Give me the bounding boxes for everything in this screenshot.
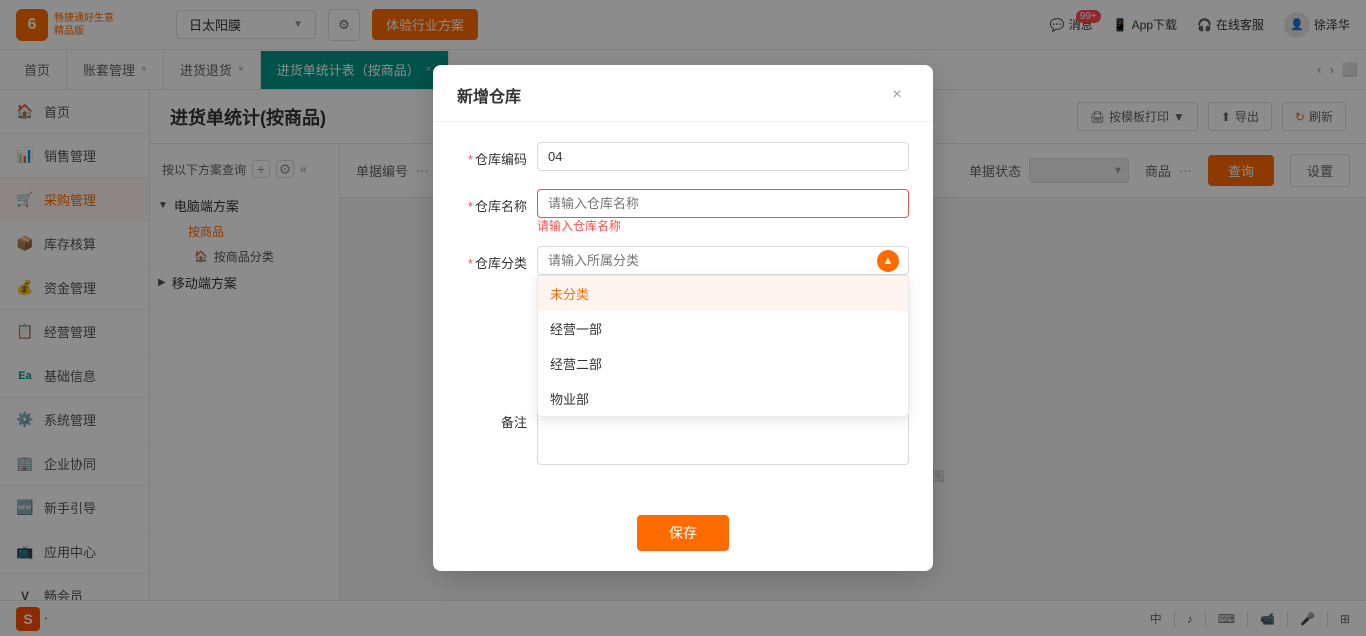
notes-label: 备注 (457, 405, 537, 431)
dropdown-item-dept1[interactable]: 经营一部 (538, 311, 908, 346)
modal-close-btn[interactable]: × (885, 83, 909, 107)
code-label: 仓库编码 (457, 142, 537, 168)
dropdown-arrow-btn[interactable]: ▲ (877, 250, 899, 272)
form-row-name: 仓库名称 请输入仓库名称 (457, 189, 909, 218)
code-input[interactable] (537, 142, 909, 171)
modal-header: 新增仓库 × (433, 65, 933, 122)
form-row-category: 仓库分类 ▲ 未分类 经营一部 经营二部 物业部 (457, 246, 909, 275)
modal-footer: 保存 (433, 503, 933, 571)
modal-body: 仓库编码 仓库名称 请输入仓库名称 仓库分类 ▲ 未分类 经营一部 经营二 (433, 122, 933, 503)
category-dropdown-wrapper: ▲ 未分类 经营一部 经营二部 物业部 (537, 246, 909, 275)
form-row-code: 仓库编码 (457, 142, 909, 171)
dropdown-item-property[interactable]: 物业部 (538, 381, 908, 416)
modal-dialog: 新增仓库 × 仓库编码 仓库名称 请输入仓库名称 仓库分类 ▲ (433, 65, 933, 571)
modal-overlay: 新增仓库 × 仓库编码 仓库名称 请输入仓库名称 仓库分类 ▲ (0, 0, 1366, 636)
dropdown-item-dept2[interactable]: 经营二部 (538, 346, 908, 381)
modal-title: 新增仓库 (457, 83, 521, 107)
save-btn[interactable]: 保存 (637, 515, 729, 551)
name-error-msg: 请输入仓库名称 (537, 217, 621, 234)
name-input[interactable] (537, 189, 909, 218)
category-dropdown-list: 未分类 经营一部 经营二部 物业部 (537, 275, 909, 417)
name-label: 仓库名称 (457, 189, 537, 215)
category-label: 仓库分类 (457, 246, 537, 272)
dropdown-item-uncategorized[interactable]: 未分类 (538, 276, 908, 311)
category-input[interactable] (537, 246, 909, 275)
